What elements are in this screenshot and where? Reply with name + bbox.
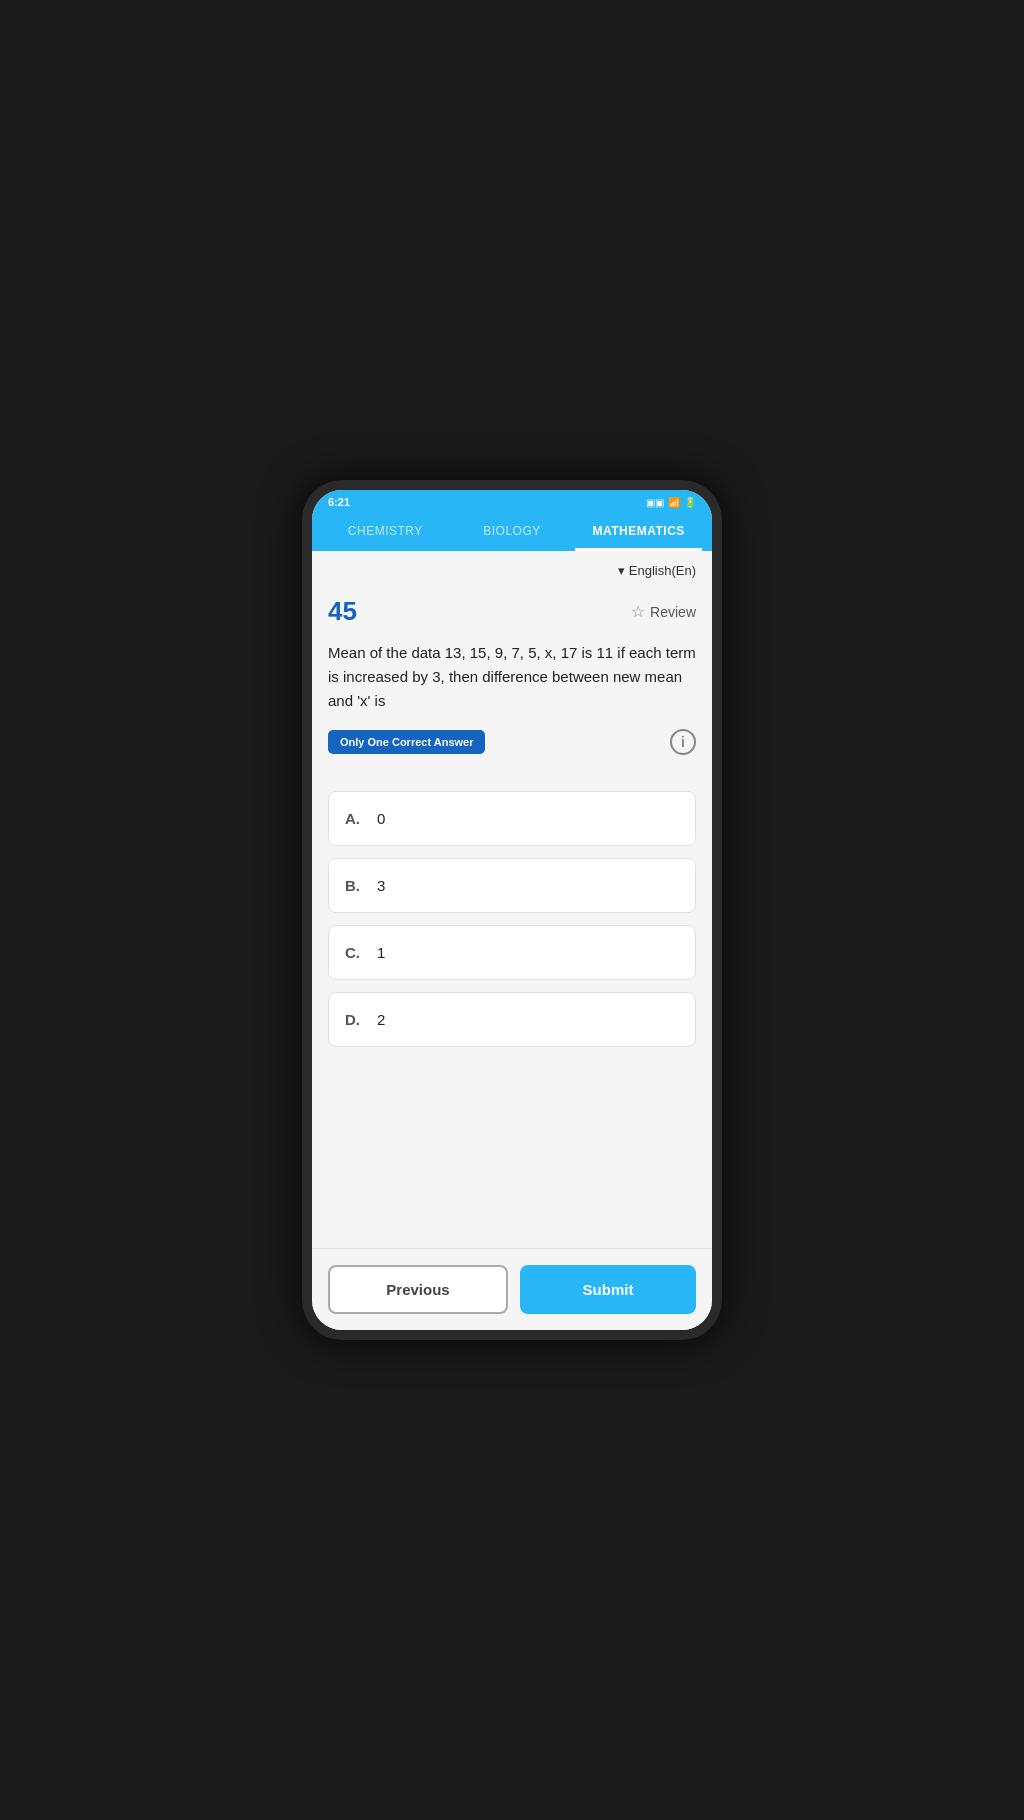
star-icon: ☆ (631, 602, 645, 621)
option-c[interactable]: C. 1 (328, 925, 696, 980)
question-text: Mean of the data 13, 15, 9, 7, 5, x, 17 … (328, 641, 696, 713)
options-list: A. 0 B. 3 C. 1 D. 2 (312, 791, 712, 1047)
chevron-down-icon: ▾ (618, 563, 625, 578)
battery-icon: 🔋 (684, 497, 696, 508)
option-d-label: D. (345, 1011, 365, 1028)
option-a-value: 0 (377, 810, 385, 827)
submit-button[interactable]: Submit (520, 1265, 696, 1314)
phone-screen: 6:21 ▣▣ 📶 🔋 CHEMISTRY BIOLOGY MATHEMATIC… (312, 490, 712, 1330)
option-b-value: 3 (377, 877, 385, 894)
info-icon[interactable]: i (670, 729, 696, 755)
language-row: ▾ English(En) (312, 551, 712, 586)
option-d[interactable]: D. 2 (328, 992, 696, 1047)
answer-type-badge: Only One Correct Answer (328, 730, 485, 754)
review-button[interactable]: ☆ Review (631, 602, 696, 621)
option-d-value: 2 (377, 1011, 385, 1028)
option-b[interactable]: B. 3 (328, 858, 696, 913)
option-b-label: B. (345, 877, 365, 894)
tab-biology[interactable]: BIOLOGY (449, 514, 576, 551)
question-section: 45 ☆ Review Mean of the data 13, 15, 9, … (312, 586, 712, 791)
option-c-label: C. (345, 944, 365, 961)
language-label: English(En) (629, 563, 696, 578)
status-time: 6:21 (328, 496, 350, 508)
previous-button[interactable]: Previous (328, 1265, 508, 1314)
option-a[interactable]: A. 0 (328, 791, 696, 846)
tab-mathematics[interactable]: MATHEMATICS (575, 514, 702, 551)
bottom-nav: Previous Submit (312, 1248, 712, 1330)
tab-chemistry[interactable]: CHEMISTRY (322, 514, 449, 551)
question-number: 45 (328, 596, 357, 627)
tabs-bar: CHEMISTRY BIOLOGY MATHEMATICS (312, 514, 712, 551)
language-selector[interactable]: ▾ English(En) (618, 563, 696, 578)
signal-icon: ▣▣ (646, 497, 664, 508)
option-c-value: 1 (377, 944, 385, 961)
option-a-label: A. (345, 810, 365, 827)
status-icons: ▣▣ 📶 🔋 (646, 497, 696, 508)
phone-frame: 6:21 ▣▣ 📶 🔋 CHEMISTRY BIOLOGY MATHEMATIC… (302, 480, 722, 1340)
answer-type-row: Only One Correct Answer i (328, 729, 696, 755)
question-header: 45 ☆ Review (328, 596, 696, 627)
review-label: Review (650, 604, 696, 620)
wifi-icon: 📶 (668, 497, 680, 508)
status-bar: 6:21 ▣▣ 📶 🔋 (312, 490, 712, 514)
content-area: ▾ English(En) 45 ☆ Review Mean of the da… (312, 551, 712, 1248)
